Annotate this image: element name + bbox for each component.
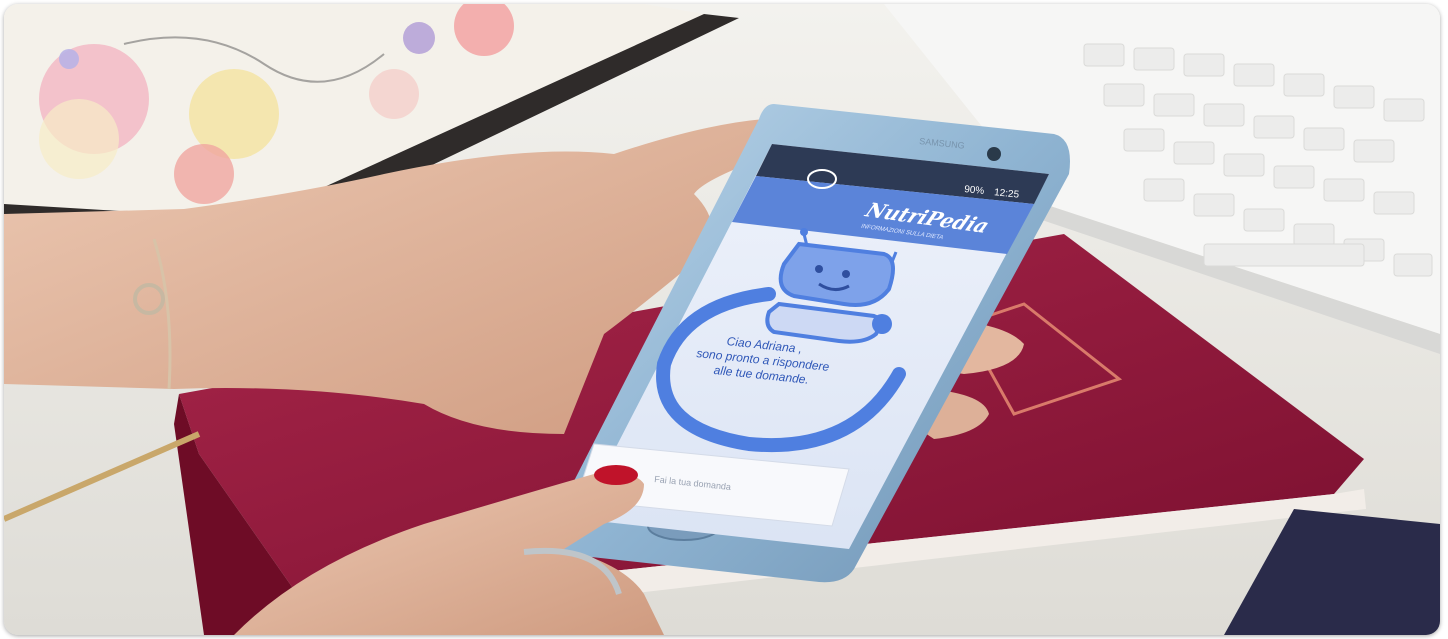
nail-polish [594, 465, 638, 485]
battery-text: 90% [964, 184, 985, 197]
photo-scene: SAMSUNG 90% 12:25 NutriPedia INFORMAZION… [4, 4, 1440, 635]
camera-icon [987, 147, 1001, 161]
photo-frame: SAMSUNG 90% 12:25 NutriPedia INFORMAZION… [4, 4, 1440, 635]
